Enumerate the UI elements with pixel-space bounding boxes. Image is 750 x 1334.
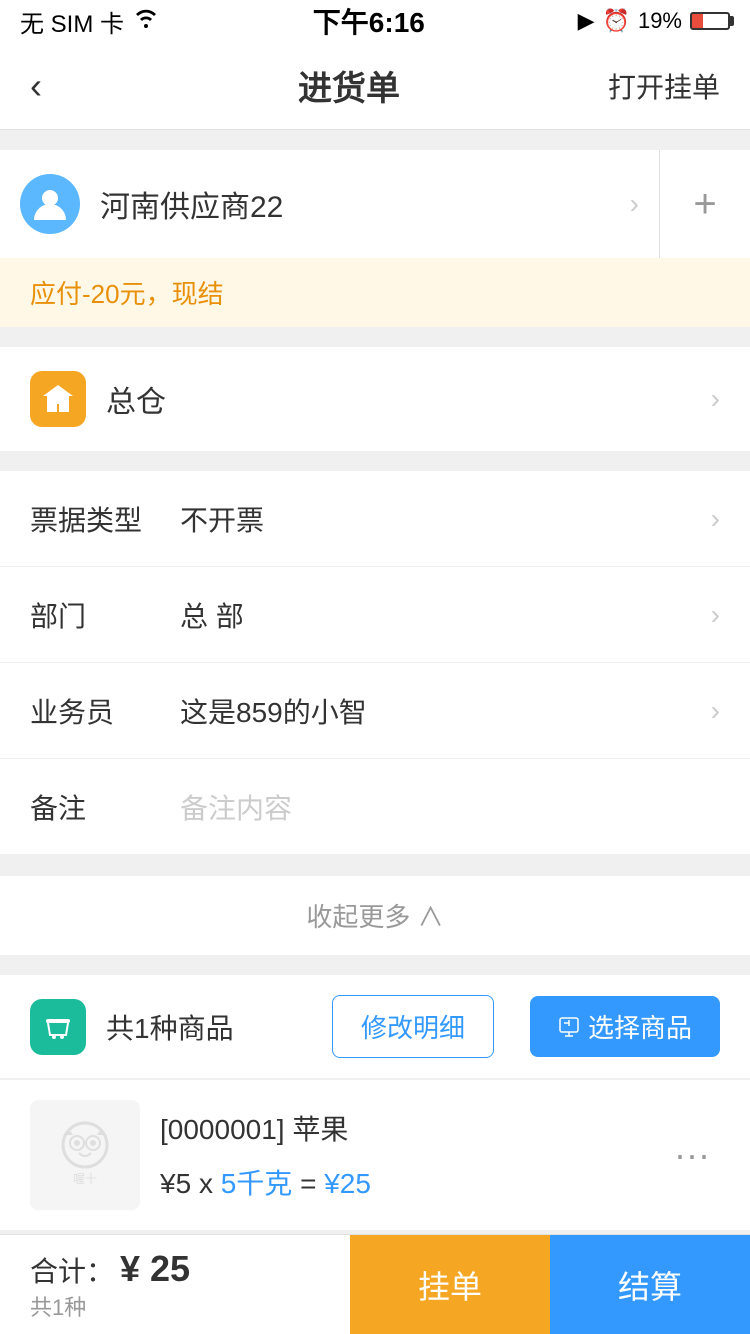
total-row: 合计： ¥ 25 <box>30 1248 320 1290</box>
product-name: [0000001] 苹果 <box>160 1108 644 1148</box>
collapse-label: 收起更多 ∧ <box>306 897 443 934</box>
battery-percent: 19% <box>638 8 682 34</box>
salesperson-value: 这是859的小智 <box>170 691 711 731</box>
select-product-label: 选择商品 <box>588 1008 692 1045</box>
product-info: [0000001] 苹果 ¥5 x 5千克 = ¥25 <box>160 1108 644 1202</box>
person-icon <box>32 186 68 222</box>
select-product-icon <box>558 1016 580 1038</box>
total-section: 合计： ¥ 25 共1种 <box>0 1235 350 1334</box>
svg-text:喔十: 喔十 <box>73 1172 97 1186</box>
product-price: ¥5 x 5千克 = ¥25 <box>160 1162 644 1202</box>
product-total-price: ¥25 <box>324 1168 371 1199</box>
department-label: 部门 <box>30 595 170 635</box>
warehouse-icon <box>30 371 86 427</box>
location-icon: ▶ <box>578 8 595 34</box>
house-icon <box>41 382 75 416</box>
notice-text: 应付-20元，现结 <box>30 279 224 309</box>
product-unit-price: ¥5 <box>160 1168 191 1199</box>
salesperson-chevron-icon: › <box>711 695 720 727</box>
product-multiply-icon: x <box>199 1168 221 1199</box>
remark-value: 备注内容 <box>170 787 720 827</box>
department-chevron-icon: › <box>711 599 720 631</box>
salesperson-label: 业务员 <box>30 691 170 731</box>
invoice-type-value: 不开票 <box>170 499 711 539</box>
product-item: 喔十 [0000001] 苹果 ¥5 x 5千克 = ¥25 ··· <box>0 1080 750 1230</box>
product-equals-icon: = <box>300 1168 324 1199</box>
settle-button[interactable]: 结算 <box>550 1235 750 1334</box>
status-left: 无 SIM 卡 <box>20 4 160 39</box>
nav-bar: ‹ 进货单 打开挂单 <box>0 42 750 130</box>
warehouse-name: 总仓 <box>106 377 691 421</box>
status-time: 下午6:16 <box>313 1 425 41</box>
total-count: 共1种 <box>30 1290 320 1322</box>
form-section: 票据类型 不开票 › 部门 总 部 › 业务员 这是859的小智 › 备注 备注… <box>0 471 750 855</box>
invoice-type-label: 票据类型 <box>30 499 170 539</box>
product-quantity: 5千克 <box>221 1168 293 1199</box>
alarm-icon: ⏰ <box>603 8 630 34</box>
product-title: 苹果 <box>292 1114 348 1145</box>
wifi-icon <box>132 7 160 35</box>
product-section-icon <box>30 999 86 1055</box>
supplier-section: 河南供应商22 › + <box>0 150 750 258</box>
supplier-chevron-icon: › <box>630 188 639 220</box>
form-row-salesperson[interactable]: 业务员 这是859的小智 › <box>0 663 750 759</box>
carrier-label: 无 SIM 卡 <box>20 4 124 39</box>
warehouse-chevron-icon: › <box>711 383 720 415</box>
notice-bar: 应付-20元，现结 <box>0 258 750 327</box>
content-body: 河南供应商22 › + 应付-20元，现结 总仓 › 票据类型 不开票 › 部门… <box>0 130 750 1330</box>
owl-logo-icon: 喔十 <box>45 1115 125 1195</box>
supplier-add-button[interactable]: + <box>660 150 750 258</box>
form-row-invoice-type[interactable]: 票据类型 不开票 › <box>0 471 750 567</box>
collapse-row[interactable]: 收起更多 ∧ <box>0 875 750 955</box>
total-amount: ¥ 25 <box>120 1248 190 1290</box>
total-label: 合计： <box>30 1250 114 1290</box>
supplier-name: 河南供应商22 <box>100 182 610 226</box>
section-gap-1 <box>0 130 750 150</box>
remark-label: 备注 <box>30 787 170 827</box>
open-hang-button[interactable]: 打开挂单 <box>608 66 720 106</box>
status-bar: 无 SIM 卡 下午6:16 ▶ ⏰ 19% <box>0 0 750 42</box>
supplier-avatar <box>20 174 80 234</box>
status-right: ▶ ⏰ 19% <box>578 8 730 34</box>
plus-icon: + <box>693 182 716 227</box>
department-value: 总 部 <box>170 595 711 635</box>
bottom-bar: 合计： ¥ 25 共1种 挂单 结算 <box>0 1234 750 1334</box>
warehouse-row[interactable]: 总仓 › <box>0 347 750 451</box>
product-thumbnail: 喔十 <box>30 1100 140 1210</box>
back-button[interactable]: ‹ <box>30 65 90 107</box>
invoice-type-chevron-icon: › <box>711 503 720 535</box>
page-title: 进货单 <box>298 61 400 110</box>
supplier-main[interactable]: 河南供应商22 › <box>0 150 660 258</box>
cart-icon <box>42 1011 74 1043</box>
battery-icon <box>690 12 730 30</box>
product-code: [0000001] <box>160 1114 285 1145</box>
select-product-button[interactable]: 选择商品 <box>530 996 720 1057</box>
product-count-label: 共1种商品 <box>106 1007 312 1047</box>
edit-detail-button[interactable]: 修改明细 <box>332 995 494 1058</box>
form-row-remark[interactable]: 备注 备注内容 <box>0 759 750 855</box>
form-row-department[interactable]: 部门 总 部 › <box>0 567 750 663</box>
product-more-button[interactable]: ··· <box>664 1124 720 1186</box>
product-header: 共1种商品 修改明细 选择商品 <box>0 975 750 1078</box>
hang-button[interactable]: 挂单 <box>350 1235 550 1334</box>
